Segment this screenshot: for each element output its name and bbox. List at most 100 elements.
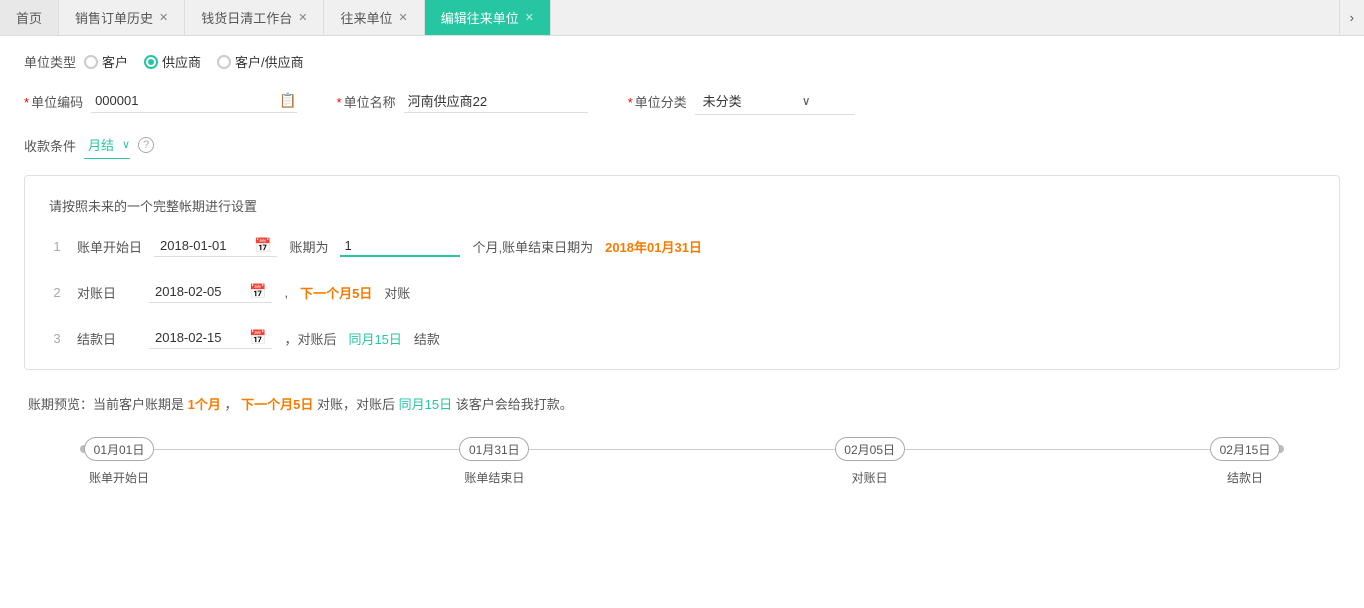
required-mark-class: *: [628, 95, 633, 110]
reconcile-text: 对账: [384, 283, 410, 302]
preview-part3: 同月15日: [399, 397, 452, 412]
row-number-2: 2: [49, 285, 65, 300]
radio-customer[interactable]: 客户: [84, 52, 128, 71]
payment-group: 收款条件 月结 ∨ ?: [24, 131, 154, 159]
timeline-label-2: 账单结束日: [464, 469, 524, 486]
tab-cash-work-label: 钱货日清工作台: [201, 8, 292, 27]
reconcile-date-input-group: 📅: [149, 281, 272, 303]
timeline-node-1: 01月01日 账单开始日: [84, 437, 154, 486]
preview-suffix: 该客户会给我打款。: [456, 397, 573, 412]
tab-home-label: 首页: [16, 8, 42, 27]
tab-cash-work-close[interactable]: ✕: [298, 11, 307, 24]
settings-row-3: 3 结款日 📅 ，对账后 同月15日 结款: [49, 327, 1315, 349]
unit-class-chevron-icon: ∨: [802, 94, 811, 108]
preview-text: 账期预览：当前客户账期是 1个月 ， 下一个月5日 对账，对账后 同月15日 该…: [24, 394, 1340, 413]
tab-cash-work[interactable]: 钱货日清工作台 ✕: [185, 0, 324, 35]
end-date-highlight: 2018年01月31日: [605, 237, 702, 256]
start-date-input[interactable]: [160, 238, 250, 253]
unit-name-group: *单位名称: [337, 89, 588, 113]
unit-name-input-group: [404, 89, 588, 113]
payment-row: 收款条件 月结 ∨ ?: [24, 131, 1340, 159]
row-number-3: 3: [49, 331, 65, 346]
preview-middle: ，: [225, 397, 238, 412]
unit-code-input[interactable]: [91, 89, 275, 112]
tab-home[interactable]: 首页: [0, 0, 59, 35]
timeline-container: 01月01日 账单开始日 01月31日 账单结束日 02月05日 对账日 02月…: [24, 437, 1340, 486]
unit-name-label: *单位名称: [337, 92, 396, 111]
timeline-items: 01月01日 账单开始日 01月31日 账单结束日 02月05日 对账日 02月…: [84, 437, 1280, 486]
payment-chevron-icon: ∨: [122, 138, 130, 151]
settings-title: 请按照未来的一个完整帐期进行设置: [49, 196, 1315, 215]
reconcile-comma: ,: [284, 285, 288, 300]
timeline-node-4-label: 02月15日: [1210, 437, 1280, 461]
help-icon[interactable]: ?: [138, 137, 154, 153]
tab-bar: 首页 销售订单历史 ✕ 钱货日清工作台 ✕ 往来单位 ✕ 编辑往来单位 ✕ ›: [0, 0, 1364, 36]
preview-prefix: 账期预览：当前客户账期是: [28, 397, 184, 412]
payment-value: 月结: [84, 131, 118, 158]
unit-name-input[interactable]: [404, 89, 588, 112]
row-number-1: 1: [49, 239, 65, 254]
radio-both-circle: [217, 55, 231, 69]
timeline-label-3: 对账日: [852, 469, 888, 486]
start-date-input-group: 📅: [154, 235, 277, 257]
payment-date-input[interactable]: [155, 330, 245, 345]
radio-customer-label: 客户: [102, 52, 128, 71]
preview-section: 账期预览：当前客户账期是 1个月 ， 下一个月5日 对账，对账后 同月15日 该…: [24, 386, 1340, 486]
unit-code-input-group: 📋: [91, 89, 296, 113]
timeline-node-1-label: 01月01日: [84, 437, 154, 461]
timeline-node-4: 02月15日 结款日: [1210, 437, 1280, 486]
payment-select[interactable]: 月结 ∨: [84, 131, 130, 159]
payment-date-input-group: 📅: [149, 327, 272, 349]
radio-both[interactable]: 客户/供应商: [217, 52, 304, 71]
row-label-1: 账单开始日: [77, 237, 142, 256]
unit-code-label: *单位编码: [24, 92, 83, 111]
required-mark-code: *: [24, 95, 29, 110]
timeline-label-1: 账单开始日: [89, 469, 149, 486]
unit-type-label: 单位类型: [24, 52, 76, 71]
radio-supplier-circle: [144, 55, 158, 69]
unit-type-group: 单位类型 客户 供应商 客户/供应商: [24, 52, 304, 71]
payment-text: 结款: [414, 329, 440, 348]
unit-class-label: *单位分类: [628, 92, 687, 111]
unit-class-value: 未分类: [703, 91, 742, 110]
tab-sales-history-label: 销售订单历史: [75, 8, 153, 27]
tab-expand-button[interactable]: ›: [1339, 0, 1364, 35]
required-mark-name: *: [337, 95, 342, 110]
period-input[interactable]: [340, 236, 460, 257]
timeline-node-2: 01月31日 账单结束日: [459, 437, 529, 486]
reconcile-date-input[interactable]: [155, 284, 245, 299]
reconcile-next-highlight: 下一个月5日: [300, 283, 372, 302]
radio-both-label: 客户/供应商: [235, 52, 304, 71]
payment-after-text: ，对账后: [284, 329, 336, 348]
tab-edit-partner-label: 编辑往来单位: [441, 8, 519, 27]
unit-code-icon[interactable]: 📋: [279, 92, 296, 109]
radio-customer-circle: [84, 55, 98, 69]
payment-same-month-highlight: 同月15日: [348, 329, 401, 348]
unit-type-row: 单位类型 客户 供应商 客户/供应商: [24, 52, 1340, 71]
settings-box: 请按照未来的一个完整帐期进行设置 1 账单开始日 📅 账期为 个月,账单结束日期…: [24, 175, 1340, 370]
unit-class-select[interactable]: 未分类 ∨: [695, 87, 855, 115]
timeline-node-2-label: 01月31日: [459, 437, 529, 461]
timeline-node-3: 02月05日 对账日: [835, 437, 905, 486]
timeline-label-4: 结款日: [1227, 469, 1263, 486]
start-date-calendar-icon[interactable]: 📅: [254, 237, 271, 254]
tab-sales-history-close[interactable]: ✕: [159, 11, 168, 24]
period-month-text: 个月,账单结束日期为: [472, 237, 593, 256]
tab-partner-close[interactable]: ✕: [399, 11, 408, 24]
settings-row-1: 1 账单开始日 📅 账期为 个月,账单结束日期为 2018年01月31日: [49, 235, 1315, 257]
row-label-3: 结款日: [77, 329, 137, 348]
tab-partner[interactable]: 往来单位 ✕: [324, 0, 424, 35]
radio-supplier[interactable]: 供应商: [144, 52, 201, 71]
payment-label: 收款条件: [24, 136, 76, 155]
unit-info-row: *单位编码 📋 *单位名称 *单位分类 未分类 ∨: [24, 87, 1340, 115]
tab-sales-history[interactable]: 销售订单历史 ✕: [59, 0, 185, 35]
preview-part1: 1个月: [188, 397, 221, 412]
preview-part2: 下一个月5日: [241, 397, 313, 412]
payment-date-calendar-icon[interactable]: 📅: [249, 329, 266, 346]
tab-edit-partner-close[interactable]: ✕: [525, 11, 534, 24]
timeline-node-3-label: 02月05日: [835, 437, 905, 461]
unit-class-group: *单位分类 未分类 ∨: [628, 87, 855, 115]
reconcile-date-calendar-icon[interactable]: 📅: [249, 283, 266, 300]
unit-code-group: *单位编码 📋: [24, 89, 297, 113]
tab-edit-partner[interactable]: 编辑往来单位 ✕: [425, 0, 551, 35]
